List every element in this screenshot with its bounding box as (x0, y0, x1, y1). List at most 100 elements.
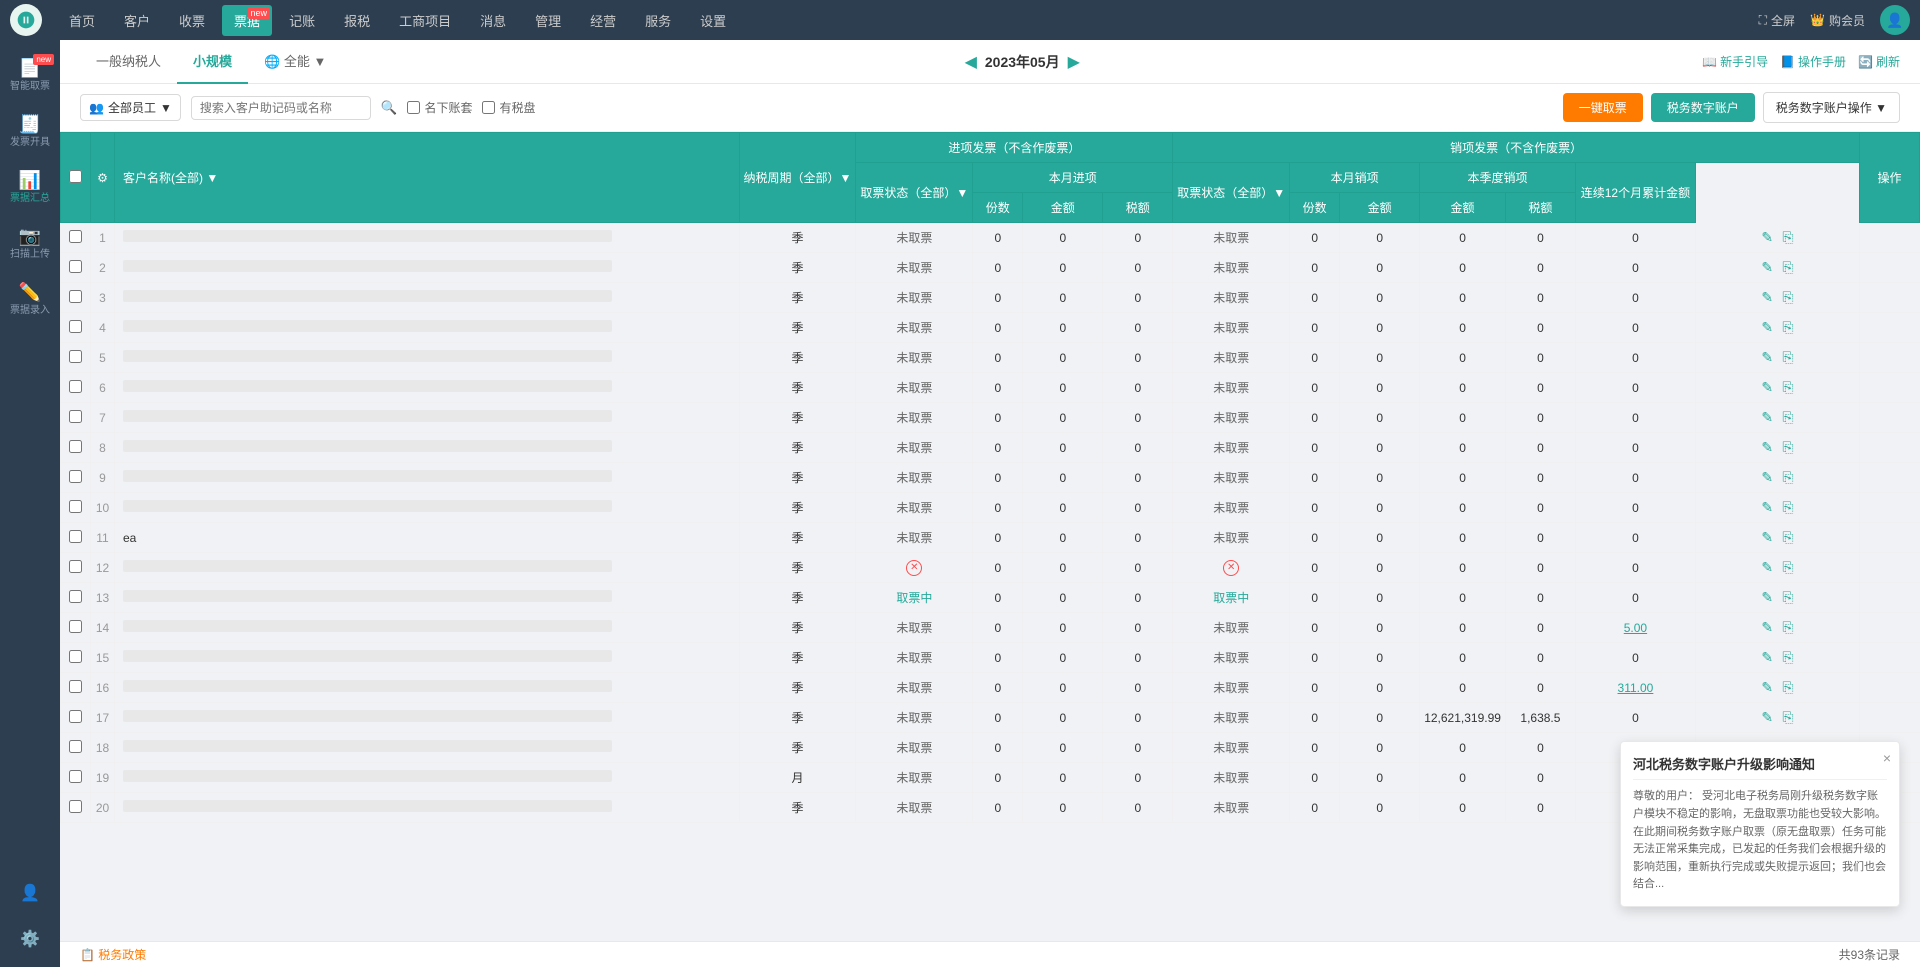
edit-btn[interactable]: ✎ (1758, 559, 1776, 576)
edit-btn[interactable]: ✎ (1758, 259, 1776, 276)
row-checkbox[interactable] (69, 260, 82, 273)
row-checkbox-cell[interactable] (61, 583, 91, 613)
row-checkbox-cell[interactable] (61, 223, 91, 253)
sidebar-item-invoice-summary[interactable]: 📊 票据汇总 (2, 162, 58, 213)
edit-btn[interactable]: ✎ (1758, 289, 1776, 306)
one-click-ticket-btn[interactable]: 一键取票 (1563, 93, 1643, 122)
nav-service[interactable]: 服务 (633, 5, 683, 36)
row-checkbox-cell[interactable] (61, 523, 91, 553)
checkbox-has-tax-device[interactable]: 有税盘 (482, 99, 535, 116)
copy-btn[interactable]: ⎘ (1779, 559, 1796, 576)
sidebar-item-smart-ticket[interactable]: 📄 智能取票 new (2, 50, 58, 101)
date-prev-btn[interactable]: ◀ (965, 52, 977, 72)
row-checkbox[interactable] (69, 440, 82, 453)
nav-manage[interactable]: 管理 (523, 5, 573, 36)
edit-btn[interactable]: ✎ (1758, 649, 1776, 666)
tab-all[interactable]: 🌐 全能 ▼ (248, 40, 342, 84)
row-checkbox-cell[interactable] (61, 553, 91, 583)
search-button[interactable]: 🔍 (381, 100, 398, 116)
th-tax-period[interactable]: 纳税周期（全部）▼ (739, 133, 856, 223)
copy-btn[interactable]: ⎘ (1779, 229, 1796, 246)
row-checkbox[interactable] (69, 350, 82, 363)
copy-btn[interactable]: ⎘ (1779, 529, 1796, 546)
checkbox-own-accounts-input[interactable] (407, 101, 420, 114)
copy-btn[interactable]: ⎘ (1779, 469, 1796, 486)
copy-btn[interactable]: ⎘ (1779, 409, 1796, 426)
row-checkbox-cell[interactable] (61, 733, 91, 763)
tax-policy-link[interactable]: 📋 税务政策 (80, 946, 146, 963)
row-checkbox-cell[interactable] (61, 763, 91, 793)
row-checkbox[interactable] (69, 770, 82, 783)
manual-link[interactable]: 📘 操作手册 (1780, 53, 1846, 70)
row-checkbox[interactable] (69, 560, 82, 573)
user-avatar[interactable]: 👤 (1880, 5, 1910, 35)
sidebar-item-user[interactable]: 👤 (2, 875, 58, 911)
row-checkbox[interactable] (69, 500, 82, 513)
row-checkbox-cell[interactable] (61, 463, 91, 493)
row-checkbox[interactable] (69, 800, 82, 813)
edit-btn[interactable]: ✎ (1758, 229, 1776, 246)
nav-bookkeeping[interactable]: 记账 (277, 5, 327, 36)
copy-btn[interactable]: ⎘ (1779, 619, 1796, 636)
row-checkbox[interactable] (69, 740, 82, 753)
edit-btn[interactable]: ✎ (1758, 589, 1776, 606)
row-checkbox-cell[interactable] (61, 373, 91, 403)
row-checkbox-cell[interactable] (61, 343, 91, 373)
row-checkbox[interactable] (69, 680, 82, 693)
row-checkbox-cell[interactable] (61, 703, 91, 733)
row-checkbox[interactable] (69, 230, 82, 243)
row-checkbox[interactable] (69, 590, 82, 603)
nav-operation[interactable]: 经营 (578, 5, 628, 36)
nav-tax[interactable]: 报税 (332, 5, 382, 36)
row-checkbox[interactable] (69, 290, 82, 303)
copy-btn[interactable]: ⎘ (1779, 439, 1796, 456)
copy-btn[interactable]: ⎘ (1779, 259, 1796, 276)
member-btn[interactable]: 👑 购会员 (1810, 12, 1865, 29)
row-checkbox-cell[interactable] (61, 613, 91, 643)
fullscreen-btn[interactable]: ⛶ 全屏 (1759, 12, 1795, 29)
edit-btn[interactable]: ✎ (1758, 619, 1776, 636)
cumulative-value[interactable]: 311.00 (1618, 681, 1654, 695)
date-next-btn[interactable]: ▶ (1068, 52, 1080, 72)
nav-business[interactable]: 工商项目 (387, 5, 463, 36)
row-checkbox-cell[interactable] (61, 673, 91, 703)
nav-invoice[interactable]: 票据 new (222, 5, 272, 36)
copy-btn[interactable]: ⎘ (1779, 679, 1796, 696)
cumulative-cell[interactable]: 5.00 (1575, 613, 1695, 643)
row-checkbox-cell[interactable] (61, 433, 91, 463)
cumulative-cell[interactable]: 311.00 (1575, 673, 1695, 703)
row-checkbox-cell[interactable] (61, 493, 91, 523)
row-checkbox-cell[interactable] (61, 403, 91, 433)
sidebar-item-invoice-open[interactable]: 🧾 发票开具 (2, 106, 58, 157)
tab-small-scale[interactable]: 小规模 (177, 40, 248, 84)
checkbox-own-accounts[interactable]: 名下账套 (407, 99, 472, 116)
edit-btn[interactable]: ✎ (1758, 679, 1776, 696)
copy-btn[interactable]: ⎘ (1779, 349, 1796, 366)
nav-settings[interactable]: 设置 (688, 5, 738, 36)
edit-btn[interactable]: ✎ (1758, 499, 1776, 516)
nav-receive[interactable]: 收票 (167, 5, 217, 36)
row-checkbox-cell[interactable] (61, 283, 91, 313)
edit-btn[interactable]: ✎ (1758, 409, 1776, 426)
checkbox-has-tax-device-input[interactable] (482, 101, 495, 114)
nav-customer[interactable]: 客户 (112, 5, 162, 36)
th-out-status[interactable]: 取票状态（全部）▼ (1173, 163, 1290, 223)
copy-btn[interactable]: ⎘ (1779, 589, 1796, 606)
notification-close-btn[interactable]: × (1883, 750, 1891, 766)
cumulative-value[interactable]: 5.00 (1624, 621, 1647, 635)
sidebar-item-invoice-entry[interactable]: ✏️ 票据录入 (2, 274, 58, 325)
app-logo[interactable] (10, 4, 42, 36)
copy-btn[interactable]: ⎘ (1779, 649, 1796, 666)
row-checkbox[interactable] (69, 320, 82, 333)
th-in-status[interactable]: 取票状态（全部）▼ (856, 163, 973, 223)
copy-btn[interactable]: ⎘ (1779, 709, 1796, 726)
guide-link[interactable]: 📖 新手引导 (1702, 53, 1768, 70)
sidebar-item-gear[interactable]: ⚙️ (2, 921, 58, 957)
edit-btn[interactable]: ✎ (1758, 349, 1776, 366)
row-checkbox-cell[interactable] (61, 793, 91, 823)
edit-btn[interactable]: ✎ (1758, 439, 1776, 456)
edit-btn[interactable]: ✎ (1758, 529, 1776, 546)
refresh-btn[interactable]: 🔄 刷新 (1858, 53, 1900, 70)
th-checkbox[interactable] (61, 133, 91, 223)
row-checkbox-cell[interactable] (61, 643, 91, 673)
